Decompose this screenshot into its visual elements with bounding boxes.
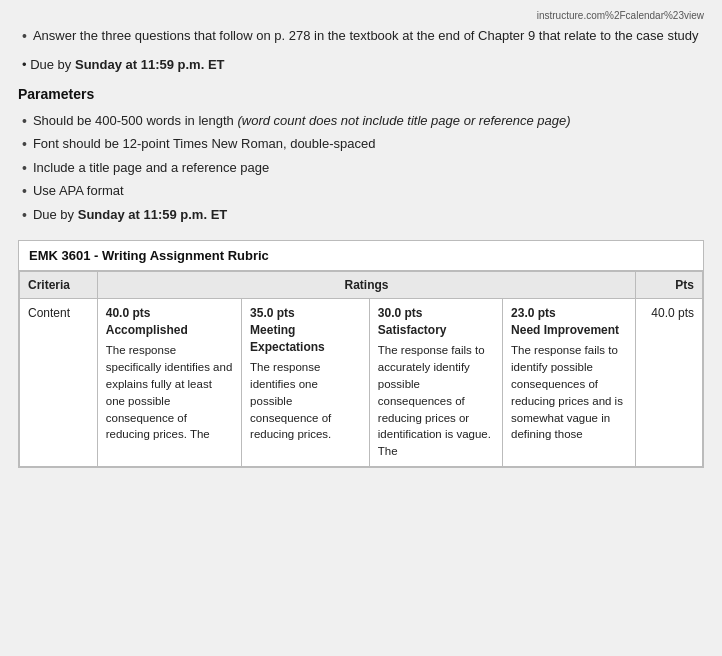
param-item-2: • Font should be 12-point Times New Roma… <box>18 135 704 155</box>
param-item-4: • Use APA format <box>18 182 704 202</box>
rating-cell-1: 40.0 pts Accomplished The response speci… <box>97 298 241 467</box>
page-container: instructure.com%2Fcalendar%23view • Answ… <box>0 0 722 656</box>
rating-cell-3: 30.0 pts Satisfactory The response fails… <box>369 298 502 467</box>
param-dot-2: • <box>22 135 27 155</box>
param-text-1: Should be 400-500 words in length (word … <box>33 112 571 131</box>
bullet-dot-1: • <box>22 27 27 47</box>
param-item-1: • Should be 400-500 words in length (wor… <box>18 112 704 132</box>
table-row: Content 40.0 pts Accomplished The respon… <box>20 298 703 467</box>
due-prefix-1: • Due by <box>22 57 75 72</box>
criteria-cell: Content <box>20 298 98 467</box>
intro-text-1: Answer the three questions that follow o… <box>33 27 699 46</box>
rating-pts-4: 23.0 pts <box>511 305 627 322</box>
rubric-table: Criteria Ratings Pts Content 40.0 pts Ac… <box>19 271 703 468</box>
header-ratings: Ratings <box>97 271 636 298</box>
header-pts: Pts <box>636 271 703 298</box>
due-bold-1: Sunday at 11:59 p.m. ET <box>75 57 225 72</box>
rating-cell-4: 23.0 pts Need Improvement The response f… <box>503 298 636 467</box>
param-dot-3: • <box>22 159 27 179</box>
param-text-2: Font should be 12-point Times New Roman,… <box>33 135 376 154</box>
rating-label-3: Satisfactory <box>378 322 494 339</box>
rubric-container: EMK 3601 - Writing Assignment Rubric Cri… <box>18 240 704 469</box>
pts-cell: 40.0 pts <box>636 298 703 467</box>
parameters-list: • Should be 400-500 words in length (wor… <box>18 112 704 226</box>
param-dot-1: • <box>22 112 27 132</box>
param-text-4: Use APA format <box>33 182 124 201</box>
param-item-5: • Due by Sunday at 11:59 p.m. ET <box>18 206 704 226</box>
parameters-heading: Parameters <box>18 86 704 102</box>
param-dot-5: • <box>22 206 27 226</box>
rating-desc-4: The response fails to identify possible … <box>511 344 623 440</box>
param-text-5: Due by Sunday at 11:59 p.m. ET <box>33 206 227 225</box>
param-text-3: Include a title page and a reference pag… <box>33 159 269 178</box>
intro-section: • Answer the three questions that follow… <box>18 27 704 47</box>
url-bar: instructure.com%2Fcalendar%23view <box>18 10 704 21</box>
rating-cell-2: 35.0 pts Meeting Expectations The respon… <box>242 298 370 467</box>
rating-desc-2: The response identifies one possible con… <box>250 361 331 440</box>
rubric-title: EMK 3601 - Writing Assignment Rubric <box>19 241 703 271</box>
param-item-3: • Include a title page and a reference p… <box>18 159 704 179</box>
rating-pts-3: 30.0 pts <box>378 305 494 322</box>
rating-pts-2: 35.0 pts <box>250 305 361 322</box>
rating-desc-3: The response fails to accurately identif… <box>378 344 491 457</box>
header-criteria: Criteria <box>20 271 98 298</box>
rating-label-1: Accomplished <box>106 322 233 339</box>
due-line-1: • Due by Sunday at 11:59 p.m. ET <box>18 57 704 72</box>
rating-label-4: Need Improvement <box>511 322 627 339</box>
rating-label-2: Meeting Expectations <box>250 322 361 356</box>
rating-desc-1: The response specifically identifies and… <box>106 344 233 440</box>
intro-bullet1: • Answer the three questions that follow… <box>18 27 704 47</box>
param-dot-4: • <box>22 182 27 202</box>
rating-pts-1: 40.0 pts <box>106 305 233 322</box>
